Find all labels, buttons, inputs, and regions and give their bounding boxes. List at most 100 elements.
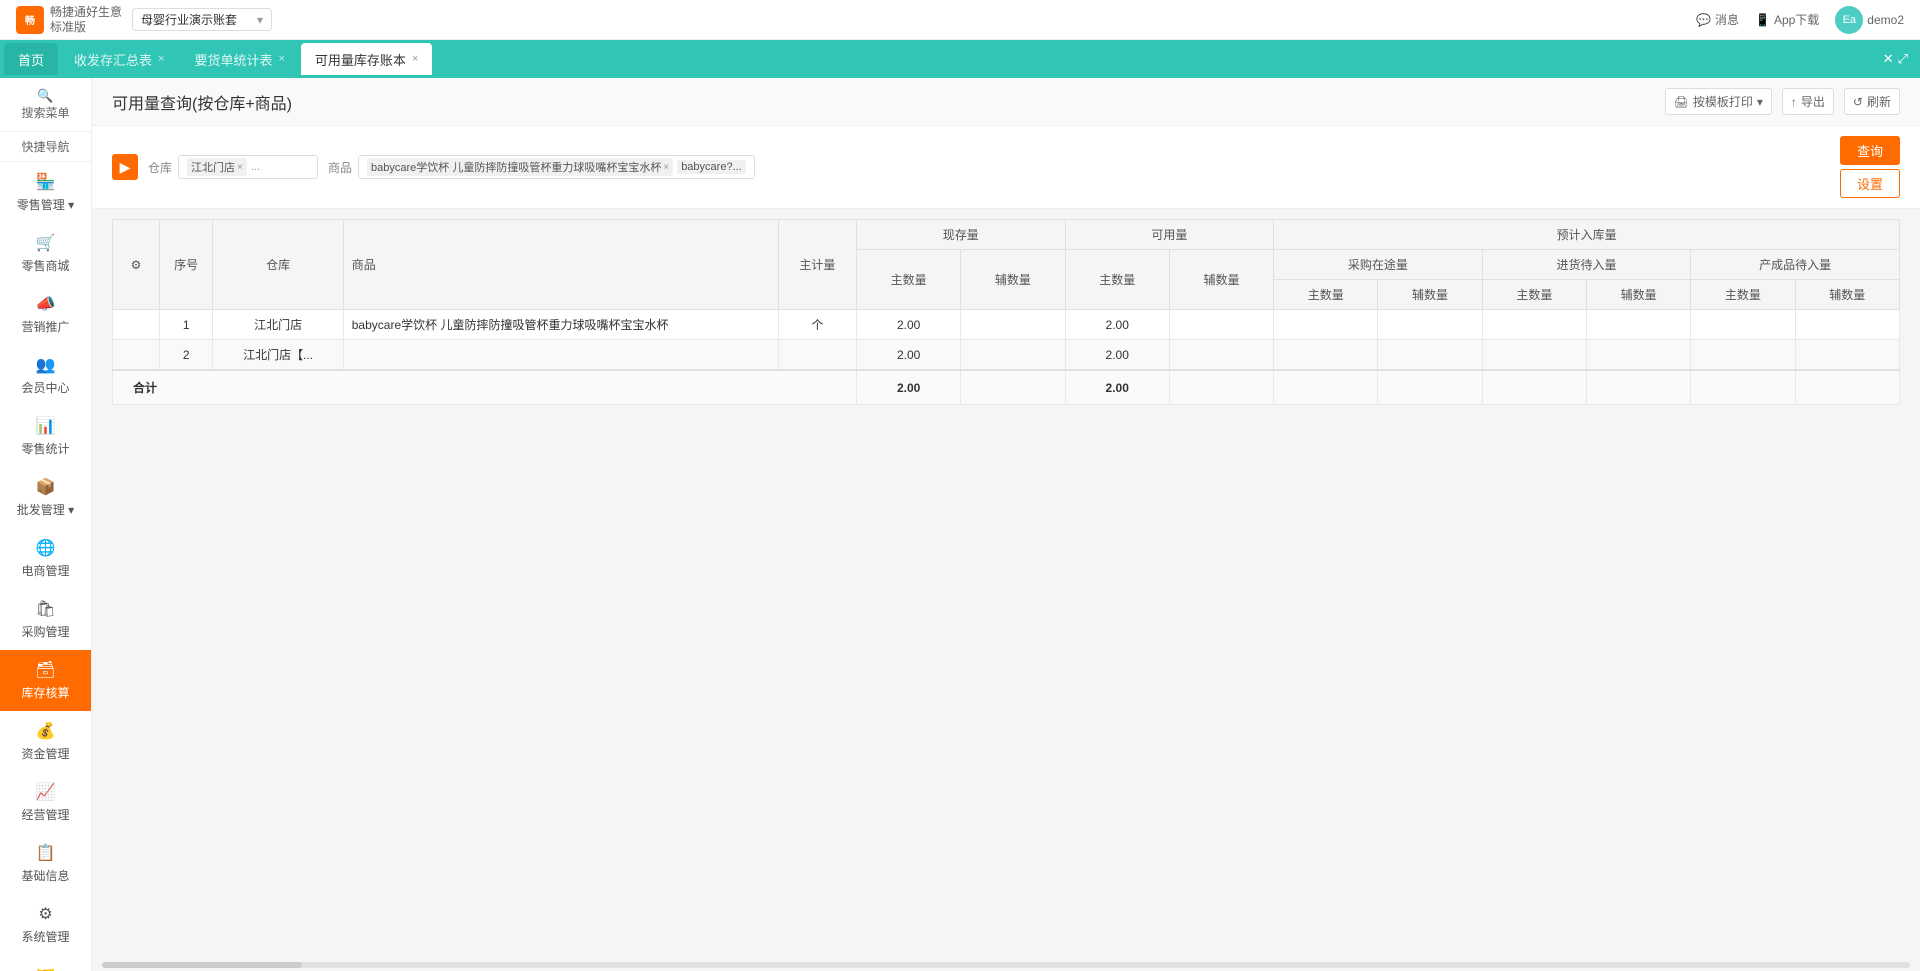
row-production-main xyxy=(1691,310,1795,340)
planned-group-header: 预计入库量 xyxy=(1274,220,1900,250)
sidebar-quick-nav[interactable]: 快捷导航 xyxy=(0,132,91,162)
footer-label: 合计 xyxy=(113,370,857,405)
close-icon[interactable]: × xyxy=(278,53,284,65)
sidebar-item-sys[interactable]: ⚙ 系统管理 xyxy=(0,894,91,955)
stock-main-header: 主数量 xyxy=(857,250,961,310)
sidebar-item-ecommerce[interactable]: 🌐 电商管理 xyxy=(0,528,91,589)
unit-col-header: 主计量 xyxy=(778,220,856,310)
horizontal-scrollbar[interactable] xyxy=(92,959,1920,971)
retail-stats-icon: 📊 xyxy=(36,416,56,436)
incoming-main-header: 主数量 xyxy=(1482,280,1586,310)
export-icon: ↑ xyxy=(1791,95,1797,109)
table-area: ⚙ 序号 仓库 商品 主计量 xyxy=(92,209,1920,959)
row-settings xyxy=(113,340,160,371)
remove-product-tag-1[interactable]: × xyxy=(663,162,669,173)
remove-warehouse-tag[interactable]: × xyxy=(237,162,243,173)
sidebar-item-inventory[interactable]: 🗃 库存核算 xyxy=(0,650,91,711)
sidebar-item-retail-mall[interactable]: 🛒 零售商城 xyxy=(0,223,91,284)
top-bar-left: 畅 畅捷通好生意 标准版 母婴行业演示账套 xyxy=(16,5,272,34)
footer-incoming-aux xyxy=(1586,370,1690,405)
tab-home[interactable]: 首页 xyxy=(4,43,58,75)
store-selector[interactable]: 母婴行业演示账套 xyxy=(132,8,272,31)
row-available-main: 2.00 xyxy=(1065,310,1169,340)
sidebar-item-finance[interactable]: 💰 资金管理 xyxy=(0,711,91,772)
tab-controls: ✕ ⤢ xyxy=(1875,51,1916,67)
inventory-table: ⚙ 序号 仓库 商品 主计量 xyxy=(112,219,1900,405)
warehouse-tag-input[interactable]: 江北门店 × ... xyxy=(178,155,318,179)
table-row: 1 江北门店 babycare学饮杯 儿童防摔防撞吸管杯重力球吸嘴杯宝宝水杯 个… xyxy=(113,310,1900,340)
sidebar-item-ops[interactable]: 📈 经营管理 xyxy=(0,772,91,833)
row-stock-aux xyxy=(961,340,1065,371)
retail-mall-icon: 🛒 xyxy=(36,233,56,253)
gear-icon: ⚙ xyxy=(131,258,142,272)
app-icon xyxy=(1755,13,1770,27)
export-button[interactable]: ↑ 导出 xyxy=(1782,88,1834,115)
filter-toggle-button[interactable]: ▶ xyxy=(112,154,138,180)
ops-icon: 📈 xyxy=(36,782,56,802)
available-main-header: 主数量 xyxy=(1065,250,1169,310)
sidebar: 🔍 搜索菜单 快捷导航 🏪 零售管理 🛒 零售商城 📣 营销推广 👥 会员中心 … xyxy=(0,78,92,971)
row-warehouse: 江北门店【... xyxy=(213,340,343,371)
purchase-main-header: 主数量 xyxy=(1274,280,1378,310)
footer-production-aux xyxy=(1795,370,1899,405)
available-aux-header: 辅数量 xyxy=(1169,250,1273,310)
tab-receive[interactable]: 收发存汇总表 × xyxy=(60,43,178,75)
user-menu[interactable]: Ea demo2 xyxy=(1835,6,1904,34)
stock-aux-header: 辅数量 xyxy=(961,250,1065,310)
close-window-icon[interactable]: ✕ xyxy=(1883,51,1894,67)
purchase-group-header: 采购在途量 xyxy=(1274,250,1483,280)
main-layout: 🔍 搜索菜单 快捷导航 🏪 零售管理 🛒 零售商城 📣 营销推广 👥 会员中心 … xyxy=(0,78,1920,971)
row-production-main xyxy=(1691,340,1795,371)
close-icon[interactable]: × xyxy=(158,53,164,65)
content-area: 可用量查询(按仓库+商品) 🖨 按模板打印 ↑ 导出 ↺ 刷新 ▶ xyxy=(92,78,1920,971)
footer-purchase-aux xyxy=(1378,370,1482,405)
sidebar-item-retail-stats[interactable]: 📊 零售统计 xyxy=(0,406,91,467)
chevron-down-icon xyxy=(68,198,74,212)
setting-button[interactable]: 设置 xyxy=(1840,169,1900,198)
close-icon[interactable]: × xyxy=(412,53,418,65)
product-tag-input[interactable]: babycare学饮杯 儿童防摔防撞吸管杯重力球吸嘴杯宝宝水杯 × babyca… xyxy=(358,155,755,179)
refresh-button[interactable]: ↺ 刷新 xyxy=(1844,88,1900,115)
sidebar-item-purchase[interactable]: 🛍 采购管理 xyxy=(0,589,91,650)
app-download-button[interactable]: App下载 xyxy=(1755,11,1819,28)
row-stock-main: 2.00 xyxy=(857,340,961,371)
sidebar-item-marketing[interactable]: 📣 营销推广 xyxy=(0,284,91,345)
purchase-aux-header: 辅数量 xyxy=(1378,280,1482,310)
row-product: babycare学饮杯 儿童防摔防撞吸管杯重力球吸嘴杯宝宝水杯 xyxy=(343,310,778,340)
row-settings xyxy=(113,310,160,340)
sidebar-item-wholesale-mgmt[interactable]: 📦 批发管理 xyxy=(0,467,91,528)
chevron-down-icon xyxy=(1757,95,1763,109)
maximize-icon[interactable]: ⤢ xyxy=(1898,51,1908,67)
page-actions: 🖨 按模板打印 ↑ 导出 ↺ 刷新 xyxy=(1665,88,1900,115)
warehouse-col-header: 仓库 xyxy=(213,220,343,310)
top-bar-right: 消息 App下载 Ea demo2 xyxy=(1696,6,1904,34)
product-col-header: 商品 xyxy=(343,220,778,310)
message-icon xyxy=(1696,13,1711,27)
row-product xyxy=(343,340,778,371)
sidebar-item-retail-mgmt[interactable]: 🏪 零售管理 xyxy=(0,162,91,223)
query-button[interactable]: 查询 xyxy=(1840,136,1900,165)
print-button[interactable]: 🖨 按模板打印 xyxy=(1665,88,1772,115)
print-icon: 🖨 xyxy=(1674,95,1689,109)
message-button[interactable]: 消息 xyxy=(1696,11,1739,28)
row-stock-main: 2.00 xyxy=(857,310,961,340)
tab-inventory-book[interactable]: 可用量库存账本 × xyxy=(301,43,432,75)
basic-info-icon: 📋 xyxy=(36,843,56,863)
footer-available-main: 2.00 xyxy=(1065,370,1169,405)
scroll-thumb[interactable] xyxy=(102,962,302,968)
table-footer-row: 合计 2.00 2.00 xyxy=(113,370,1900,405)
purchase-icon: 🛍 xyxy=(35,599,55,619)
incoming-group-header: 进货待入量 xyxy=(1482,250,1691,280)
row-incoming-main xyxy=(1482,340,1586,371)
settings-col-header[interactable]: ⚙ xyxy=(113,220,160,310)
avatar: Ea xyxy=(1835,6,1863,34)
sidebar-search[interactable]: 🔍 搜索菜单 xyxy=(0,78,91,132)
sidebar-item-member[interactable]: 👥 会员中心 xyxy=(0,345,91,406)
stock-group-header: 现存量 xyxy=(857,220,1066,250)
footer-stock-aux xyxy=(961,370,1065,405)
sidebar-item-enterprise-collab[interactable]: 🤝 企业协同 xyxy=(0,955,91,971)
row-purchase-aux xyxy=(1378,310,1482,340)
tab-order-stats[interactable]: 要货单统计表 × xyxy=(180,43,298,75)
row-available-aux xyxy=(1169,310,1273,340)
sidebar-item-basic-info[interactable]: 📋 基础信息 xyxy=(0,833,91,894)
